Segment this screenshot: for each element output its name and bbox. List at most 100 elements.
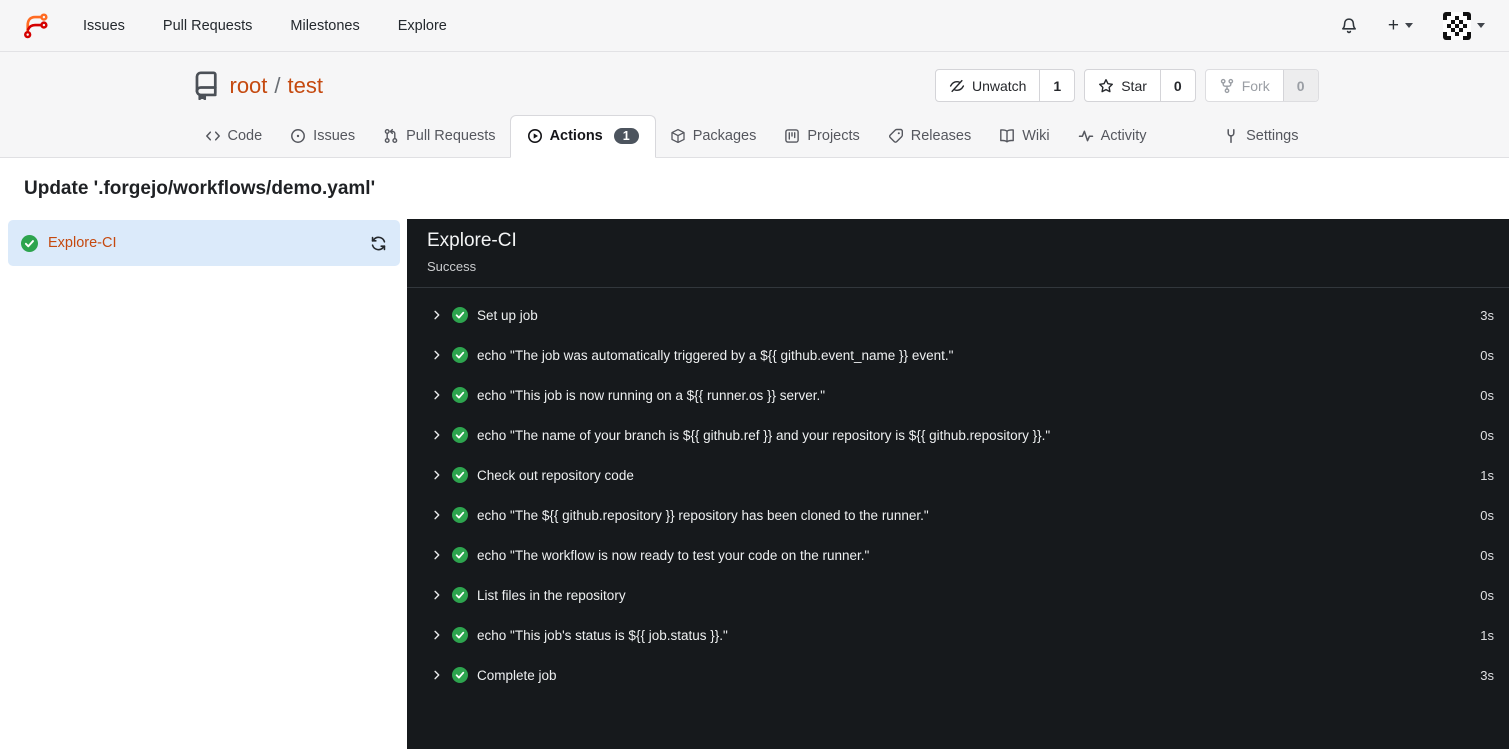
user-menu-button[interactable]	[1433, 6, 1495, 46]
steps-list: Set up job 3s echo "The job was automati…	[407, 288, 1509, 702]
step-name: echo "The ${{ github.repository }} repos…	[477, 507, 929, 523]
step-row[interactable]: echo "This job's status is ${{ job.statu…	[407, 615, 1509, 655]
book-open-icon	[999, 128, 1015, 144]
tab-label: Issues	[313, 128, 356, 144]
step-duration: 1s	[1480, 627, 1494, 643]
repo-book-icon	[191, 71, 220, 100]
tab-releases[interactable]: Releases	[874, 116, 985, 157]
fork-button: Fork 0	[1204, 69, 1319, 102]
tab-settings[interactable]: Settings	[1209, 116, 1312, 157]
step-duration: 0s	[1480, 387, 1494, 403]
step-name: Set up job	[477, 307, 538, 323]
tab-issues[interactable]: Issues	[276, 116, 369, 157]
step-row[interactable]: Set up job 3s	[407, 295, 1509, 335]
step-duration: 0s	[1480, 427, 1494, 443]
fork-icon	[1219, 78, 1235, 94]
step-name: echo "The workflow is now ready to test …	[477, 547, 870, 563]
step-duration: 0s	[1480, 587, 1494, 603]
step-name: echo "This job is now running on a ${{ r…	[477, 387, 826, 403]
issue-circle-dot-icon	[290, 128, 306, 144]
step-row[interactable]: Complete job 3s	[407, 655, 1509, 695]
nav-link-pull-requests[interactable]: Pull Requests	[144, 0, 271, 52]
tag-icon	[888, 128, 904, 144]
success-check-icon	[452, 667, 468, 683]
watchers-count[interactable]: 1	[1039, 70, 1074, 101]
tab-label: Pull Requests	[406, 128, 496, 144]
step-duration: 0s	[1480, 547, 1494, 563]
step-row[interactable]: echo "This job is now running on a ${{ r…	[407, 375, 1509, 415]
code-icon	[205, 128, 221, 144]
tab-code[interactable]: Code	[191, 116, 277, 157]
step-name: Check out repository code	[477, 467, 634, 483]
success-check-icon	[452, 427, 468, 443]
rerun-job-icon[interactable]	[370, 235, 387, 252]
tab-projects[interactable]: Projects	[770, 116, 873, 157]
job-log-panel: Explore-CI Success Set up job 3s echo "T…	[407, 219, 1509, 749]
step-name: echo "The name of your branch is ${{ git…	[477, 427, 1051, 443]
unwatch-button[interactable]: Unwatch 1	[934, 69, 1076, 102]
tab-packages[interactable]: Packages	[656, 116, 771, 157]
bell-icon	[1340, 17, 1358, 35]
chevron-right-icon	[431, 509, 443, 521]
step-row[interactable]: Check out repository code 1s	[407, 455, 1509, 495]
play-circle-icon	[527, 128, 543, 144]
tab-label: Activity	[1100, 128, 1147, 144]
repo-header: root / test Unwatch 1 Star 0 Fork 0 Code…	[0, 52, 1509, 158]
actions-count-badge: 1	[613, 128, 639, 144]
repo-breadcrumb: root / test	[230, 73, 324, 99]
tab-actions[interactable]: Actions 1	[509, 115, 656, 158]
star-button[interactable]: Star 0	[1084, 69, 1196, 102]
success-check-icon	[452, 387, 468, 403]
nav-link-explore[interactable]: Explore	[379, 0, 466, 52]
chevron-right-icon	[431, 549, 443, 561]
repo-owner-link[interactable]: root	[230, 73, 268, 99]
chevron-right-icon	[431, 469, 443, 481]
tab-label: Settings	[1246, 128, 1299, 144]
step-row[interactable]: echo "The name of your branch is ${{ git…	[407, 415, 1509, 455]
create-new-button[interactable]: +	[1378, 10, 1423, 41]
tab-activity[interactable]: Activity	[1064, 116, 1161, 157]
success-check-icon	[452, 467, 468, 483]
success-check-icon	[452, 347, 468, 363]
project-board-icon	[784, 128, 800, 144]
success-check-icon	[452, 587, 468, 603]
tab-label: Wiki	[1022, 128, 1050, 144]
repo-action-buttons: Unwatch 1 Star 0 Fork 0	[934, 69, 1319, 102]
step-duration: 0s	[1480, 507, 1494, 523]
actions-run-page: Update '.forgejo/workflows/demo.yaml' Ex…	[0, 158, 1509, 749]
navbar-links: Issues Pull Requests Milestones Explore	[64, 0, 466, 52]
step-row[interactable]: echo "The ${{ github.repository }} repos…	[407, 495, 1509, 535]
git-pull-request-icon	[383, 128, 399, 144]
job-item-explore-ci[interactable]: Explore-CI	[8, 220, 400, 266]
stars-count[interactable]: 0	[1159, 70, 1195, 101]
chevron-right-icon	[431, 669, 443, 681]
star-label: Star	[1121, 77, 1147, 94]
nav-link-issues[interactable]: Issues	[64, 0, 144, 52]
plus-icon: +	[1387, 15, 1399, 36]
step-duration: 1s	[1480, 467, 1494, 483]
tab-label: Packages	[692, 128, 757, 144]
tab-wiki[interactable]: Wiki	[985, 116, 1063, 157]
forgejo-logo[interactable]	[20, 11, 50, 41]
chevron-right-icon	[431, 349, 443, 361]
step-name: List files in the repository	[477, 587, 626, 603]
run-title: Update '.forgejo/workflows/demo.yaml'	[24, 178, 376, 199]
step-row[interactable]: List files in the repository 0s	[407, 575, 1509, 615]
tab-label: Releases	[910, 128, 972, 144]
job-name: Explore-CI	[48, 235, 117, 251]
step-row[interactable]: echo "The workflow is now ready to test …	[407, 535, 1509, 575]
chevron-right-icon	[431, 629, 443, 641]
unwatch-label: Unwatch	[971, 77, 1027, 94]
repo-name-link[interactable]: test	[288, 73, 323, 99]
notifications-button[interactable]	[1330, 11, 1368, 41]
avatar	[1443, 11, 1471, 40]
step-row[interactable]: echo "The job was automatically triggere…	[407, 335, 1509, 375]
top-navbar: Issues Pull Requests Milestones Explore …	[0, 0, 1509, 52]
tab-pull-requests[interactable]: Pull Requests	[369, 116, 509, 157]
pulse-icon	[1078, 128, 1094, 144]
tab-label: Actions	[549, 128, 603, 144]
forks-count: 0	[1282, 70, 1318, 101]
nav-link-milestones[interactable]: Milestones	[271, 0, 378, 52]
log-header: Explore-CI Success	[407, 219, 1509, 288]
chevron-right-icon	[431, 589, 443, 601]
